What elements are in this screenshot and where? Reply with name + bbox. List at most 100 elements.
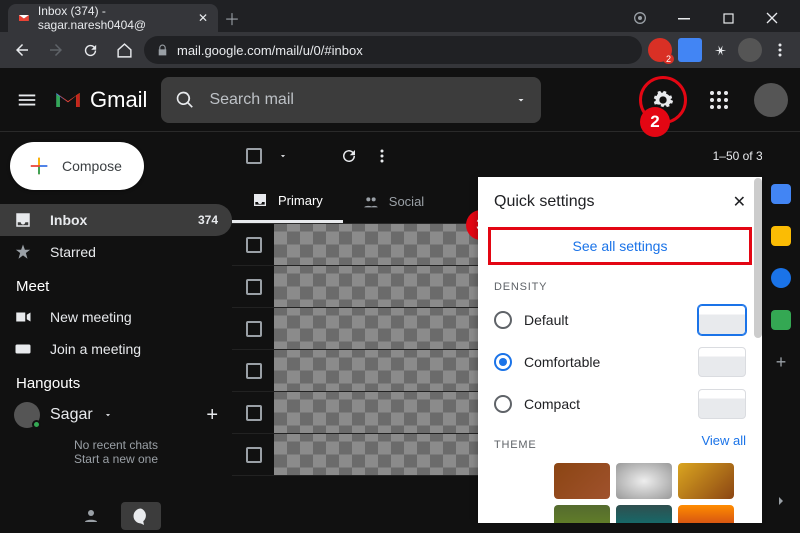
presence-dot bbox=[32, 420, 41, 429]
row-checkbox[interactable] bbox=[246, 447, 262, 463]
search-icon bbox=[175, 90, 195, 110]
chat-footer-tabs bbox=[0, 499, 232, 533]
tab-title: Inbox (374) - sagar.naresh0404@ bbox=[38, 4, 190, 32]
profile-avatar[interactable] bbox=[738, 38, 762, 62]
contacts-addon-icon[interactable] bbox=[771, 310, 791, 330]
hangouts-user-row[interactable]: Sagar + bbox=[0, 398, 232, 432]
close-icon[interactable]: ✕ bbox=[198, 11, 208, 25]
refresh-icon[interactable] bbox=[340, 147, 358, 165]
see-all-label: See all settings bbox=[573, 238, 668, 254]
theme-swatch[interactable] bbox=[678, 463, 734, 499]
search-box[interactable]: Search mail bbox=[161, 77, 541, 123]
start-new-chat[interactable]: Start a new one bbox=[0, 452, 232, 466]
reload-button[interactable] bbox=[76, 36, 104, 64]
row-checkbox[interactable] bbox=[246, 237, 262, 253]
main-menu-button[interactable] bbox=[16, 89, 40, 111]
hide-panel-button[interactable] bbox=[773, 493, 789, 509]
gmail-logo[interactable]: Gmail bbox=[54, 86, 147, 114]
density-heading: DENSITY bbox=[478, 265, 762, 299]
chevron-down-icon[interactable] bbox=[515, 94, 527, 106]
product-name: Gmail bbox=[90, 87, 147, 113]
get-addons-button[interactable]: + bbox=[776, 352, 787, 373]
density-thumb bbox=[698, 305, 746, 335]
sidebar-item-starred[interactable]: Starred bbox=[0, 236, 232, 268]
calendar-addon-icon[interactable] bbox=[771, 184, 791, 204]
chevron-down-icon[interactable] bbox=[103, 410, 113, 420]
maximize-button[interactable] bbox=[708, 4, 748, 32]
radio-icon bbox=[494, 311, 512, 329]
gmail-header: Gmail Search mail bbox=[0, 68, 800, 132]
chrome-menu-button[interactable] bbox=[768, 38, 792, 62]
browser-tab[interactable]: Inbox (374) - sagar.naresh0404@ ✕ bbox=[8, 4, 218, 32]
hangouts-username: Sagar bbox=[50, 406, 93, 424]
see-all-settings-button[interactable]: See all settings bbox=[488, 227, 752, 265]
tab-label: Social bbox=[389, 194, 424, 209]
density-thumb bbox=[698, 347, 746, 377]
density-label: Comfortable bbox=[524, 354, 600, 370]
video-icon bbox=[14, 308, 32, 326]
density-option-comfortable[interactable]: Comfortable bbox=[478, 341, 762, 383]
apps-button[interactable] bbox=[698, 79, 740, 121]
theme-swatch[interactable] bbox=[616, 463, 672, 499]
new-chat-button[interactable]: + bbox=[206, 404, 218, 427]
inbox-count: 374 bbox=[198, 213, 218, 227]
theme-swatch[interactable] bbox=[554, 463, 610, 499]
tab-social[interactable]: Social bbox=[343, 180, 444, 223]
density-label: Compact bbox=[524, 396, 580, 412]
row-checkbox[interactable] bbox=[246, 279, 262, 295]
extensions-button[interactable] bbox=[708, 38, 732, 62]
chat-tab-contacts[interactable] bbox=[71, 502, 111, 530]
close-icon[interactable]: ✕ bbox=[733, 192, 746, 212]
extension-icon[interactable]: 2 bbox=[648, 38, 672, 62]
theme-swatch[interactable] bbox=[492, 463, 548, 499]
lock-icon bbox=[156, 44, 169, 57]
tab-label: Primary bbox=[278, 193, 323, 208]
meet-join[interactable]: Join a meeting bbox=[0, 333, 232, 365]
close-window-button[interactable] bbox=[752, 4, 792, 32]
select-all-checkbox[interactable] bbox=[246, 148, 262, 164]
people-icon bbox=[363, 194, 379, 210]
incognito-icon bbox=[620, 4, 660, 32]
radio-icon bbox=[494, 395, 512, 413]
more-icon[interactable] bbox=[374, 148, 390, 164]
plus-icon bbox=[28, 155, 50, 177]
tab-primary[interactable]: Primary bbox=[232, 180, 343, 223]
theme-swatch[interactable] bbox=[678, 505, 734, 523]
forward-button[interactable] bbox=[42, 36, 70, 64]
url-field[interactable]: mail.google.com/mail/u/0/#inbox bbox=[144, 36, 642, 64]
density-option-compact[interactable]: Compact bbox=[478, 383, 762, 425]
keep-addon-icon[interactable] bbox=[771, 226, 791, 246]
mail-toolbar: 1–50 of 3,464 bbox=[232, 132, 800, 180]
search-placeholder: Search mail bbox=[209, 91, 501, 109]
row-checkbox[interactable] bbox=[246, 363, 262, 379]
meet-heading: Meet bbox=[0, 268, 232, 301]
account-avatar[interactable] bbox=[754, 83, 788, 117]
tasks-addon-icon[interactable] bbox=[771, 268, 791, 288]
gmail-icon bbox=[54, 86, 82, 114]
new-tab-button[interactable]: ＋ bbox=[218, 4, 246, 32]
extension-translate-icon[interactable] bbox=[678, 38, 702, 62]
back-button[interactable] bbox=[8, 36, 36, 64]
chevron-down-icon[interactable] bbox=[278, 151, 288, 161]
row-checkbox[interactable] bbox=[246, 321, 262, 337]
density-label: Default bbox=[524, 312, 568, 328]
theme-swatch[interactable] bbox=[492, 505, 548, 523]
minimize-button[interactable] bbox=[664, 4, 704, 32]
compose-button[interactable]: Compose bbox=[10, 142, 144, 190]
theme-swatch[interactable] bbox=[554, 505, 610, 523]
browser-tabstrip: Inbox (374) - sagar.naresh0404@ ✕ ＋ bbox=[0, 0, 800, 32]
theme-swatch[interactable] bbox=[616, 505, 672, 523]
panel-scrollbar[interactable] bbox=[754, 178, 762, 338]
sidebar-item-inbox[interactable]: Inbox 374 bbox=[0, 204, 232, 236]
row-checkbox[interactable] bbox=[246, 405, 262, 421]
theme-heading: THEME bbox=[494, 425, 537, 455]
quick-settings-title: Quick settings bbox=[494, 193, 594, 211]
view-all-themes[interactable]: View all bbox=[701, 433, 746, 448]
chat-tab-hangouts[interactable] bbox=[121, 502, 161, 530]
callout-number-2: 2 bbox=[640, 107, 670, 137]
home-button[interactable] bbox=[110, 36, 138, 64]
meet-new[interactable]: New meeting bbox=[0, 301, 232, 333]
address-bar: mail.google.com/mail/u/0/#inbox 2 bbox=[0, 32, 800, 68]
density-option-default[interactable]: Default bbox=[478, 299, 762, 341]
hangouts-heading: Hangouts bbox=[0, 365, 232, 398]
